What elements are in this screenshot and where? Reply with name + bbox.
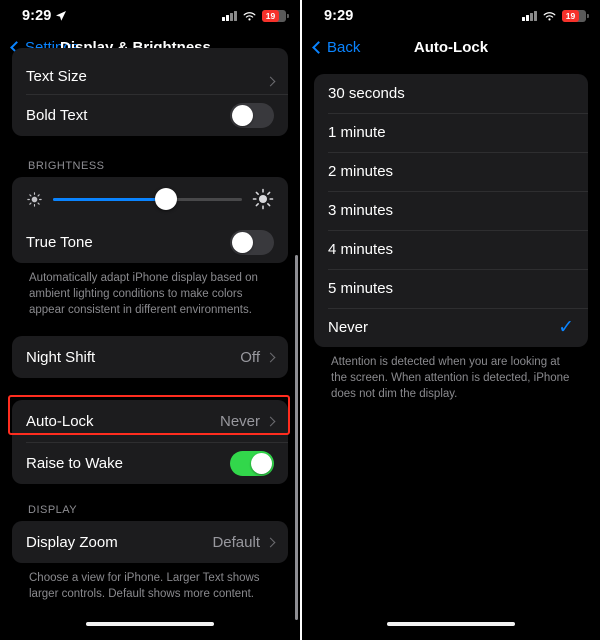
brightness-card: True Tone — [12, 177, 288, 263]
text-card: Text Size Bold Text — [12, 48, 288, 136]
option-label: 4 minutes — [328, 241, 394, 258]
true-tone-toggle[interactable] — [230, 229, 274, 255]
row-night-shift-accessory: Off — [240, 348, 276, 366]
option-label: 2 minutes — [328, 163, 394, 180]
raise-to-wake-toggle[interactable] — [230, 450, 274, 476]
row-display-zoom-label: Display Zoom — [26, 533, 118, 551]
option-label: 30 seconds — [328, 85, 405, 102]
row-text-size[interactable]: Text Size — [12, 48, 288, 94]
left-phone-screen: 9:29 19 Settings Display & Brightness Te… — [0, 0, 300, 640]
navigation-bar: Back Auto-Lock — [302, 32, 600, 62]
status-indicators: 19 — [522, 10, 589, 22]
brightness-slider-row[interactable] — [12, 177, 288, 221]
right-phone-screen: 9:29 19 Back Auto-Lock 30 seconds 1 minu… — [300, 0, 600, 640]
toggle-knob — [232, 231, 253, 253]
list-item-selected[interactable]: Never ✓ — [314, 308, 588, 347]
row-auto-lock-value: Never — [219, 412, 260, 430]
location-arrow-icon — [56, 11, 67, 21]
list-item[interactable]: 4 minutes — [314, 230, 588, 269]
row-raise-to-wake[interactable]: Raise to Wake — [12, 442, 288, 484]
chevron-right-icon — [265, 537, 276, 547]
back-button-label: Back — [327, 38, 361, 56]
row-display-zoom[interactable]: Display Zoom Default — [12, 521, 288, 563]
chevron-right-icon — [265, 76, 276, 87]
autolock-footnote: Attention is detected when you are looki… — [331, 356, 570, 400]
row-night-shift-label: Night Shift — [26, 348, 96, 366]
brightness-track[interactable] — [53, 188, 242, 210]
signal-bars-icon — [522, 11, 537, 21]
battery-level: 19 — [262, 10, 279, 22]
dual-screenshot-container: 9:29 19 Settings Display & Brightness Te… — [0, 0, 600, 640]
row-display-zoom-accessory: Default — [212, 533, 276, 551]
list-item[interactable]: 30 seconds — [314, 74, 588, 113]
battery-level: 19 — [562, 10, 579, 22]
vertical-scrollbar[interactable] — [295, 255, 298, 620]
home-indicator — [86, 621, 214, 626]
status-bar: 9:29 19 — [302, 0, 600, 32]
brightness-thumb[interactable] — [155, 188, 178, 210]
toggle-knob — [232, 104, 253, 126]
chevron-left-icon — [312, 40, 325, 54]
display-section-header: DISPLAY — [28, 504, 78, 516]
brightness-section-header: BRIGHTNESS — [28, 160, 105, 172]
sun-large-icon — [252, 188, 274, 210]
status-indicators: 19 — [222, 10, 289, 22]
checkmark-icon: ✓ — [558, 317, 574, 338]
night-shift-card: Night Shift Off — [12, 336, 288, 378]
row-auto-lock-label: Auto-Lock — [26, 412, 94, 430]
autolock-raise-card: Auto-Lock Never Raise to Wake — [12, 400, 288, 484]
bold-text-toggle[interactable] — [230, 102, 274, 128]
signal-bars-icon — [222, 11, 237, 21]
row-raise-to-wake-label: Raise to Wake — [26, 454, 123, 472]
status-time: 9:29 — [324, 8, 354, 24]
row-true-tone-label: True Tone — [26, 233, 93, 251]
option-label: Never — [328, 319, 369, 336]
true-tone-footnote: Automatically adapt iPhone display based… — [29, 272, 258, 316]
display-zoom-footnote: Choose a view for iPhone. Larger Text sh… — [29, 572, 260, 600]
row-display-zoom-value: Default — [212, 533, 260, 551]
row-auto-lock[interactable]: Auto-Lock Never — [12, 400, 288, 442]
display-zoom-card: Display Zoom Default — [12, 521, 288, 563]
battery-icon: 19 — [262, 10, 289, 22]
row-bold-text[interactable]: Bold Text — [12, 94, 288, 136]
autolock-options-card: 30 seconds 1 minute 2 minutes 3 minutes … — [314, 74, 588, 347]
chevron-right-icon — [265, 416, 276, 426]
wifi-icon — [543, 11, 556, 20]
brightness-fill — [53, 197, 167, 201]
sun-small-icon — [27, 191, 42, 207]
row-night-shift-value: Off — [240, 348, 260, 366]
list-item[interactable]: 1 minute — [314, 113, 588, 152]
option-label: 1 minute — [328, 124, 386, 141]
row-bold-text-label: Bold Text — [26, 106, 88, 124]
settings-content: Text Size Bold Text BRIGHTNESS True Tone… — [0, 48, 300, 602]
status-time-group: 9:29 — [324, 8, 353, 24]
row-text-size-accessory — [265, 76, 276, 87]
status-time: 9:29 — [22, 8, 52, 24]
status-time-group: 9:29 — [22, 8, 67, 24]
autolock-options-content: 30 seconds 1 minute 2 minutes 3 minutes … — [302, 62, 600, 402]
home-indicator — [387, 621, 515, 626]
option-label: 3 minutes — [328, 202, 394, 219]
list-item[interactable]: 5 minutes — [314, 269, 588, 308]
status-bar: 9:29 19 — [0, 0, 300, 32]
toggle-knob — [251, 452, 272, 474]
chevron-right-icon — [265, 352, 276, 362]
list-item[interactable]: 3 minutes — [314, 191, 588, 230]
row-auto-lock-accessory: Never — [219, 412, 276, 430]
row-text-size-label: Text Size — [26, 68, 87, 85]
back-button[interactable]: Back — [312, 38, 361, 56]
list-item[interactable]: 2 minutes — [314, 152, 588, 191]
row-night-shift[interactable]: Night Shift Off — [12, 336, 288, 378]
option-label: 5 minutes — [328, 280, 394, 297]
wifi-icon — [243, 11, 256, 20]
row-true-tone[interactable]: True Tone — [12, 221, 288, 263]
battery-icon: 19 — [562, 10, 589, 22]
